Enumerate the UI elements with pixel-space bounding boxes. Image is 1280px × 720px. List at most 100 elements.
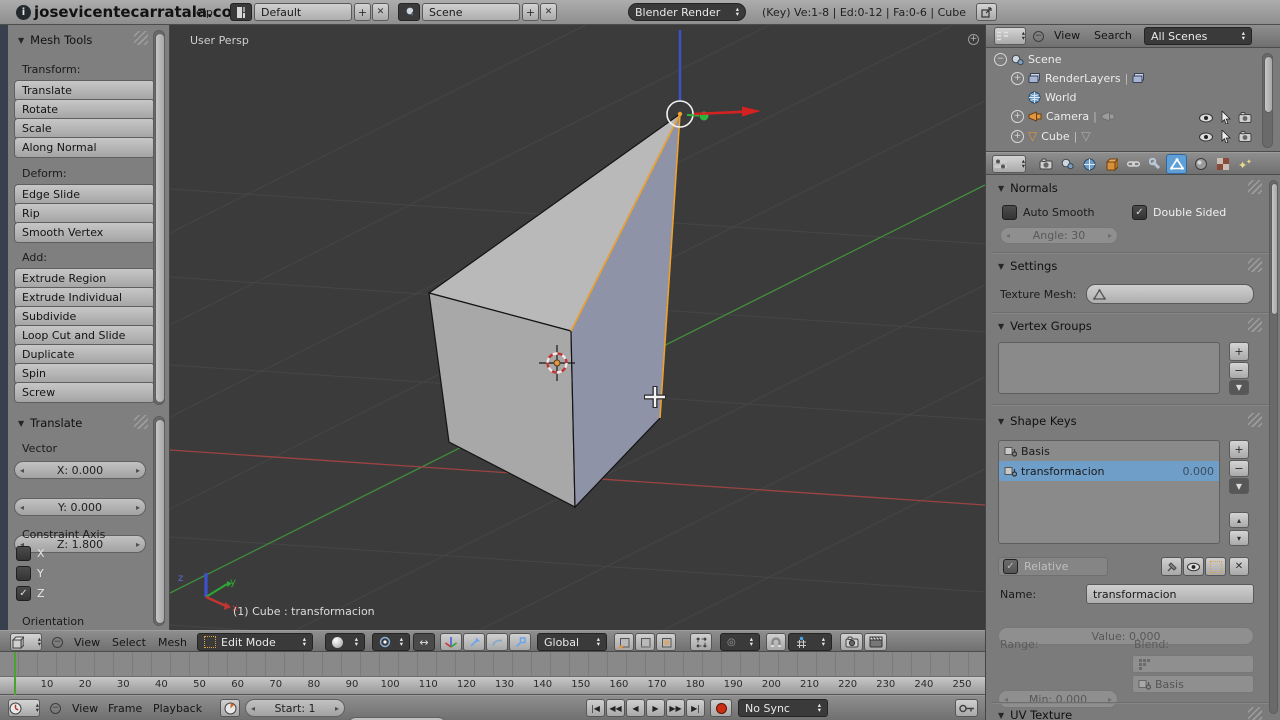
panel-grip-icon[interactable]: [1248, 180, 1262, 194]
extrude-individual-button[interactable]: Extrude Individual: [14, 287, 155, 308]
shape-key-row-basis[interactable]: Basis: [999, 441, 1219, 461]
tab-modifiers[interactable]: [1144, 154, 1165, 174]
gizmo-x-axis[interactable]: [693, 110, 744, 116]
vector-x-field[interactable]: ◂ X: 0.000 ▸: [14, 461, 146, 479]
scene-close-button[interactable]: ✕: [540, 3, 557, 21]
manipulator-translate-button[interactable]: [463, 633, 485, 651]
loop-cut-button[interactable]: Loop Cut and Slide: [14, 325, 155, 346]
render-animation-button[interactable]: [864, 633, 887, 651]
outliner-filter-select[interactable]: All Scenes ▴ ▾: [1144, 27, 1252, 45]
shape-key-clear-button[interactable]: ✕: [1229, 557, 1249, 576]
screen-add-button[interactable]: +: [354, 3, 371, 21]
double-sided-row[interactable]: ✓ Double Sided: [1132, 205, 1226, 220]
uv-texture-panel-header[interactable]: ▼ UV Texture: [998, 708, 1072, 720]
menu-select[interactable]: Select: [112, 636, 146, 649]
vertex-groups-panel-header[interactable]: ▼ Vertex Groups: [998, 319, 1092, 333]
menu-search[interactable]: Search: [1094, 29, 1132, 42]
proportional-edit-select[interactable]: ◎ ▴ ▾: [720, 633, 760, 651]
scene-icon-button[interactable]: [398, 3, 420, 21]
transform-orientation-select[interactable]: Global ▴ ▾: [537, 633, 607, 651]
record-button[interactable]: [710, 699, 732, 717]
cursor-arrow-icon[interactable]: [1221, 130, 1231, 143]
relative-row[interactable]: ✓ Relative: [998, 557, 1108, 576]
scene-add-button[interactable]: +: [522, 3, 539, 21]
screw-button[interactable]: Screw: [14, 382, 155, 403]
properties-scrollbar[interactable]: [1269, 180, 1278, 714]
translate-panel-scrollbar[interactable]: [153, 416, 165, 626]
screen-layout-field[interactable]: Default: [254, 3, 352, 21]
vertex-select-mode-button[interactable]: [614, 633, 634, 651]
shape-key-show-button[interactable]: [1183, 557, 1204, 576]
gizmo-x-arrow[interactable]: [742, 106, 761, 117]
snap-element-select[interactable]: ▴ ▾: [788, 633, 832, 651]
outliner-row-cube[interactable]: + ▽ Cube | ▽: [1011, 129, 1091, 143]
tab-world[interactable]: [1079, 154, 1100, 174]
extrude-region-button[interactable]: Extrude Region: [14, 268, 155, 289]
editor-type-button-properties[interactable]: ▴ ▾: [992, 155, 1026, 173]
double-sided-checkbox-checked[interactable]: ✓: [1132, 205, 1147, 220]
tab-scene[interactable]: [1057, 154, 1078, 174]
shape-key-row-transformacion-selected[interactable]: transformacion 0.000: [999, 461, 1219, 481]
outliner-row-scene[interactable]: − Scene: [994, 53, 1062, 66]
screen-layout-icon-button[interactable]: [230, 3, 252, 21]
shape-key-name-field[interactable]: transformacion: [1086, 584, 1254, 604]
expand-icon[interactable]: +: [1011, 129, 1024, 143]
menu-frame[interactable]: Frame: [108, 702, 142, 715]
cube-mesh[interactable]: [427, 113, 681, 509]
checkbox-y-unchecked[interactable]: [16, 566, 31, 581]
collapse-menus-icon[interactable]: −: [52, 637, 63, 648]
panel-grip-icon[interactable]: [1248, 413, 1262, 427]
panel-grip-icon[interactable]: [134, 31, 148, 45]
settings-panel-header[interactable]: ▼ Settings: [998, 259, 1057, 273]
scene-field[interactable]: Scene: [422, 3, 520, 21]
auto-smooth-row[interactable]: Auto Smooth: [1002, 205, 1094, 220]
keying-set-button[interactable]: [220, 699, 240, 717]
checkbox-x-unchecked[interactable]: [16, 546, 31, 561]
shape-key-pin-button[interactable]: [1161, 557, 1182, 576]
prev-keyframe-button[interactable]: ◀◀: [606, 699, 625, 717]
menu-mesh[interactable]: Mesh: [158, 636, 187, 649]
camera-data-icon[interactable]: [1101, 111, 1115, 122]
shape-key-value[interactable]: 0.000: [1183, 465, 1215, 478]
cube-restrict-toggles[interactable]: [1198, 130, 1252, 143]
mesh-tools-panel-header[interactable]: ▼ Mesh Tools: [18, 33, 92, 47]
viewport-shading-select[interactable]: ▴ ▾: [325, 633, 365, 651]
vertex-group-add-button[interactable]: +: [1229, 342, 1249, 361]
constraint-y-row[interactable]: Y: [16, 566, 44, 581]
frame-start-field[interactable]: ◂ Start: 1 ▸: [245, 699, 345, 717]
face-select-mode-button[interactable]: [656, 633, 676, 651]
camera-restrict-icon[interactable]: [1238, 112, 1252, 123]
cursor-arrow-icon[interactable]: [1221, 111, 1231, 124]
render-opengl-button[interactable]: [840, 633, 863, 651]
collapse-icon[interactable]: −: [994, 53, 1007, 66]
transform-manipulator[interactable]: [666, 30, 761, 128]
outliner-scrollbar[interactable]: [1262, 53, 1273, 148]
jump-to-start-button[interactable]: |◀: [586, 699, 605, 717]
region-expand-icon[interactable]: +: [968, 34, 979, 45]
render-engine-select[interactable]: Blender Render ▴ ▾: [628, 3, 746, 21]
texture-mesh-field[interactable]: [1086, 284, 1254, 304]
shape-keys-list[interactable]: Basis transformacion 0.000: [998, 440, 1220, 544]
editor-type-button-outliner[interactable]: ▴ ▾: [994, 27, 1026, 45]
vertex-group-specials-button[interactable]: ▼: [1229, 380, 1249, 395]
timeline-ruler[interactable]: 10 20 30 40 50 60 70 80 90 100 110 120 130 140 150 160 1…: [0, 677, 985, 695]
outliner-row-world[interactable]: World: [1028, 91, 1077, 104]
viewport-3d[interactable]: z y x User Persp (1) Cube : transformaci…: [169, 0, 986, 720]
tab-object[interactable]: [1101, 154, 1122, 174]
manipulator-scale-button[interactable]: [509, 633, 531, 651]
limit-to-visible-button[interactable]: [690, 633, 712, 651]
shape-key-remove-button[interactable]: −: [1229, 460, 1249, 477]
window-duplicate-button[interactable]: [976, 3, 997, 21]
duplicate-button[interactable]: Duplicate: [14, 344, 155, 365]
sync-mode-select[interactable]: No Sync ▴ ▾: [738, 699, 828, 717]
shape-key-edit-mode-button[interactable]: [1205, 557, 1226, 576]
menu-playback[interactable]: Playback: [153, 702, 202, 715]
tab-object-data-active[interactable]: [1166, 154, 1187, 174]
menu-view[interactable]: View: [72, 702, 98, 715]
along-normal-button[interactable]: Along Normal: [14, 137, 155, 158]
tab-render[interactable]: [1035, 154, 1056, 174]
camera-restrict-toggles[interactable]: [1198, 111, 1252, 124]
auto-smooth-checkbox-unchecked[interactable]: [1002, 205, 1017, 220]
shape-key-specials-button[interactable]: ▼: [1229, 478, 1249, 494]
renderlayers-data-icon[interactable]: [1132, 73, 1145, 84]
